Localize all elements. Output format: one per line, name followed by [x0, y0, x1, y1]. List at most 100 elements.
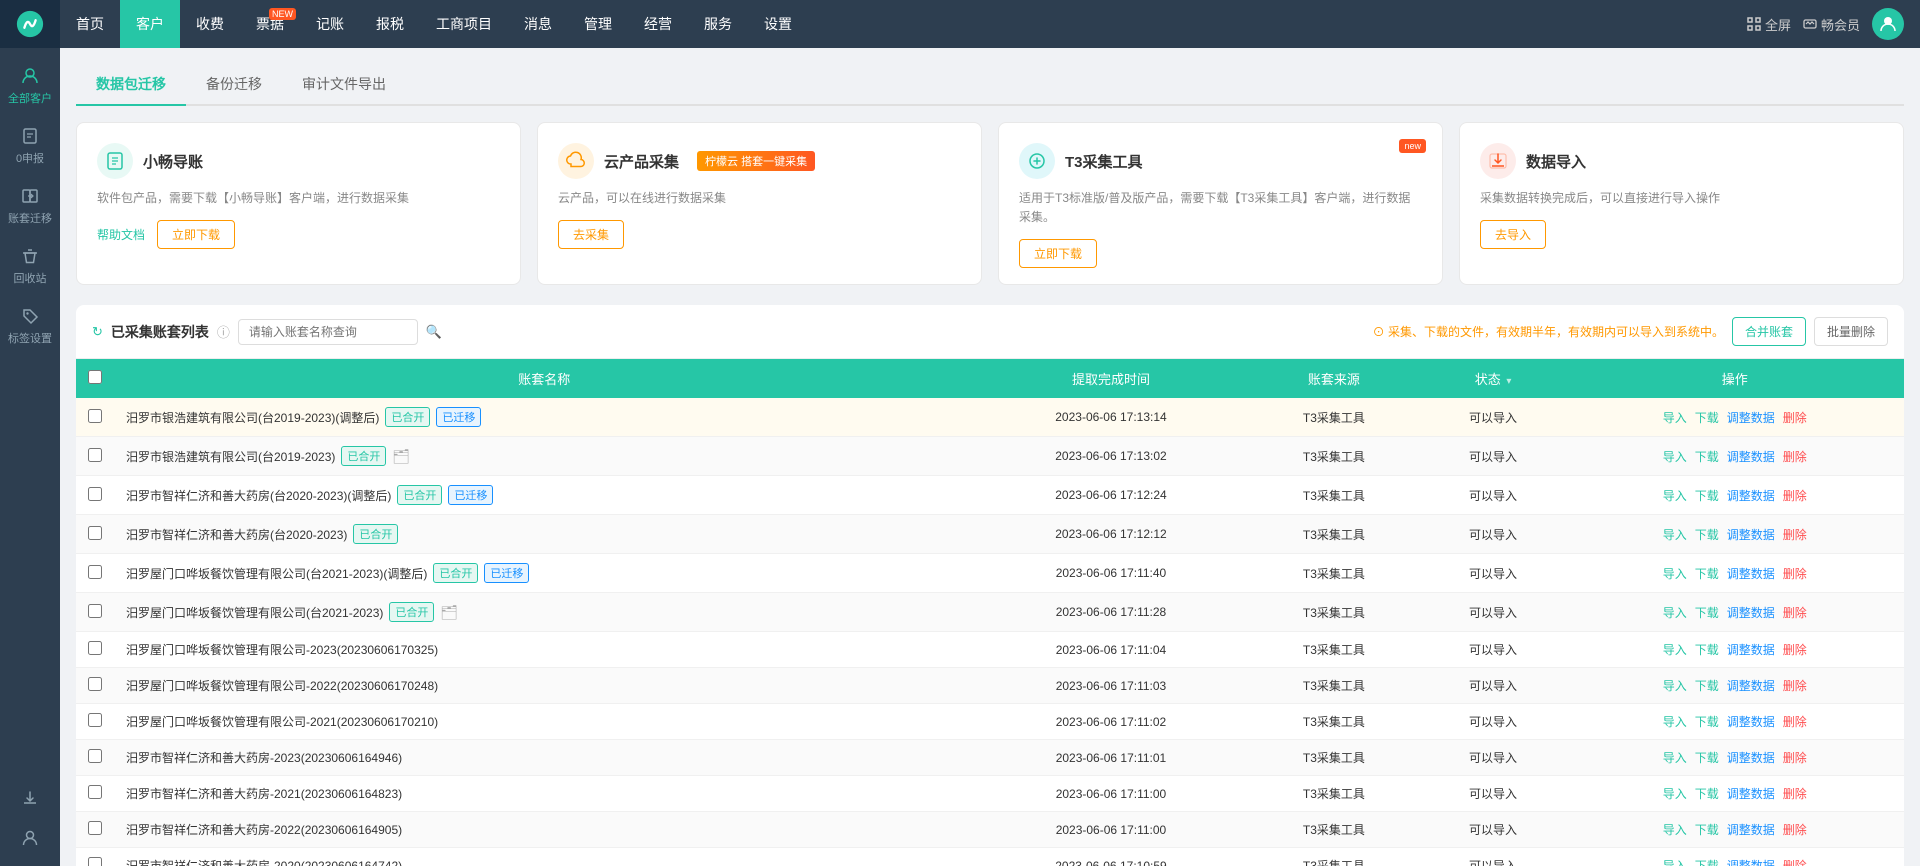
download-link[interactable]: 下载	[1695, 785, 1719, 802]
adjust-link[interactable]: 调整数据	[1727, 487, 1775, 504]
delete-link[interactable]: 删除	[1783, 565, 1807, 582]
delete-link[interactable]: 删除	[1783, 857, 1807, 866]
delete-link[interactable]: 删除	[1783, 641, 1807, 658]
download-link[interactable]: 下载	[1695, 857, 1719, 866]
download-link[interactable]: 下载	[1695, 641, 1719, 658]
import-link[interactable]: 导入	[1663, 749, 1687, 766]
batch-delete-btn[interactable]: 批量删除	[1814, 317, 1888, 346]
nav-fee[interactable]: 收费	[180, 0, 240, 48]
download-link[interactable]: 下载	[1695, 604, 1719, 621]
th-status[interactable]: 状态 ▾	[1421, 359, 1566, 398]
logo[interactable]	[0, 0, 60, 48]
import-link[interactable]: 导入	[1663, 487, 1687, 504]
import-link[interactable]: 导入	[1663, 641, 1687, 658]
t3tool-download-btn[interactable]: 立即下载	[1019, 239, 1097, 268]
tab-backup-migration[interactable]: 备份迁移	[186, 64, 282, 106]
row-checkbox-10[interactable]	[88, 785, 102, 799]
adjust-link[interactable]: 调整数据	[1727, 604, 1775, 621]
import-link[interactable]: 导入	[1663, 713, 1687, 730]
delete-link[interactable]: 删除	[1783, 785, 1807, 802]
import-link[interactable]: 导入	[1663, 785, 1687, 802]
adjust-link[interactable]: 调整数据	[1727, 857, 1775, 866]
delete-link[interactable]: 删除	[1783, 448, 1807, 465]
delete-link[interactable]: 删除	[1783, 604, 1807, 621]
vip-button[interactable]: 畅会员	[1803, 15, 1860, 34]
row-checkbox-3[interactable]	[88, 526, 102, 540]
download-link[interactable]: 下载	[1695, 749, 1719, 766]
xiaochangdaozhang-download-btn[interactable]: 立即下载	[157, 220, 235, 249]
nav-home[interactable]: 首页	[60, 0, 120, 48]
delete-link[interactable]: 删除	[1783, 749, 1807, 766]
delete-link[interactable]: 删除	[1783, 487, 1807, 504]
nav-customer[interactable]: 客户	[120, 0, 180, 48]
import-link[interactable]: 导入	[1663, 565, 1687, 582]
row-checkbox-5[interactable]	[88, 604, 102, 618]
nav-manage[interactable]: 管理	[568, 0, 628, 48]
nav-operation[interactable]: 经营	[628, 0, 688, 48]
dataimport-btn[interactable]: 去导入	[1480, 220, 1546, 249]
nav-business[interactable]: 工商项目	[420, 0, 508, 48]
download-link[interactable]: 下载	[1695, 409, 1719, 426]
row-checkbox-8[interactable]	[88, 713, 102, 727]
tab-audit-export[interactable]: 审计文件导出	[282, 64, 406, 106]
row-checkbox-1[interactable]	[88, 448, 102, 462]
sidebar-item-trash[interactable]: 回收站	[0, 236, 60, 296]
row-checkbox-0[interactable]	[88, 409, 102, 423]
nav-bookkeeping[interactable]: 记账	[300, 0, 360, 48]
row-checkbox-11[interactable]	[88, 821, 102, 835]
adjust-link[interactable]: 调整数据	[1727, 448, 1775, 465]
import-link[interactable]: 导入	[1663, 409, 1687, 426]
delete-link[interactable]: 删除	[1783, 677, 1807, 694]
row-checkbox-9[interactable]	[88, 749, 102, 763]
select-all-checkbox[interactable]	[88, 370, 102, 384]
import-link[interactable]: 导入	[1663, 526, 1687, 543]
delete-link[interactable]: 删除	[1783, 526, 1807, 543]
nav-settings[interactable]: 设置	[748, 0, 808, 48]
adjust-link[interactable]: 调整数据	[1727, 526, 1775, 543]
adjust-link[interactable]: 调整数据	[1727, 821, 1775, 838]
row-checkbox-4[interactable]	[88, 565, 102, 579]
download-link[interactable]: 下载	[1695, 713, 1719, 730]
delete-link[interactable]: 删除	[1783, 409, 1807, 426]
sidebar-item-zero-report[interactable]: 0申报	[0, 116, 60, 176]
download-link[interactable]: 下载	[1695, 821, 1719, 838]
nav-invoice[interactable]: 票据 NEW	[240, 0, 300, 48]
search-input[interactable]	[238, 319, 418, 345]
sidebar-item-user[interactable]	[0, 818, 60, 858]
nav-service[interactable]: 服务	[688, 0, 748, 48]
adjust-link[interactable]: 调整数据	[1727, 677, 1775, 694]
sidebar-item-tag[interactable]: 标签设置	[0, 296, 60, 356]
delete-link[interactable]: 删除	[1783, 713, 1807, 730]
download-link[interactable]: 下载	[1695, 487, 1719, 504]
sidebar-item-download[interactable]	[0, 778, 60, 818]
download-link[interactable]: 下载	[1695, 448, 1719, 465]
sidebar-item-all-customers[interactable]: 全部客户	[0, 56, 60, 116]
adjust-link[interactable]: 调整数据	[1727, 713, 1775, 730]
row-checkbox-7[interactable]	[88, 677, 102, 691]
help-icon[interactable]: ⓘ	[217, 322, 230, 341]
row-checkbox-12[interactable]	[88, 857, 102, 866]
adjust-link[interactable]: 调整数据	[1727, 409, 1775, 426]
sidebar-item-migrate[interactable]: 账套迁移	[0, 176, 60, 236]
adjust-link[interactable]: 调整数据	[1727, 749, 1775, 766]
search-submit-icon[interactable]: 🔍	[426, 324, 442, 340]
xiaochangdaozhang-help-btn[interactable]: 帮助文档	[97, 226, 145, 243]
download-link[interactable]: 下载	[1695, 565, 1719, 582]
download-link[interactable]: 下载	[1695, 677, 1719, 694]
nav-message[interactable]: 消息	[508, 0, 568, 48]
import-link[interactable]: 导入	[1663, 677, 1687, 694]
adjust-link[interactable]: 调整数据	[1727, 565, 1775, 582]
refresh-icon[interactable]: ↻	[92, 324, 103, 340]
tab-data-migration[interactable]: 数据包迁移	[76, 64, 186, 106]
nav-tax[interactable]: 报税	[360, 0, 420, 48]
user-avatar[interactable]	[1872, 8, 1904, 40]
merge-accounts-btn[interactable]: 合并账套	[1732, 317, 1806, 346]
row-checkbox-6[interactable]	[88, 641, 102, 655]
import-link[interactable]: 导入	[1663, 448, 1687, 465]
delete-link[interactable]: 删除	[1783, 821, 1807, 838]
adjust-link[interactable]: 调整数据	[1727, 785, 1775, 802]
adjust-link[interactable]: 调整数据	[1727, 641, 1775, 658]
row-checkbox-2[interactable]	[88, 487, 102, 501]
fullscreen-button[interactable]: 全屏	[1747, 15, 1791, 34]
import-link[interactable]: 导入	[1663, 857, 1687, 866]
